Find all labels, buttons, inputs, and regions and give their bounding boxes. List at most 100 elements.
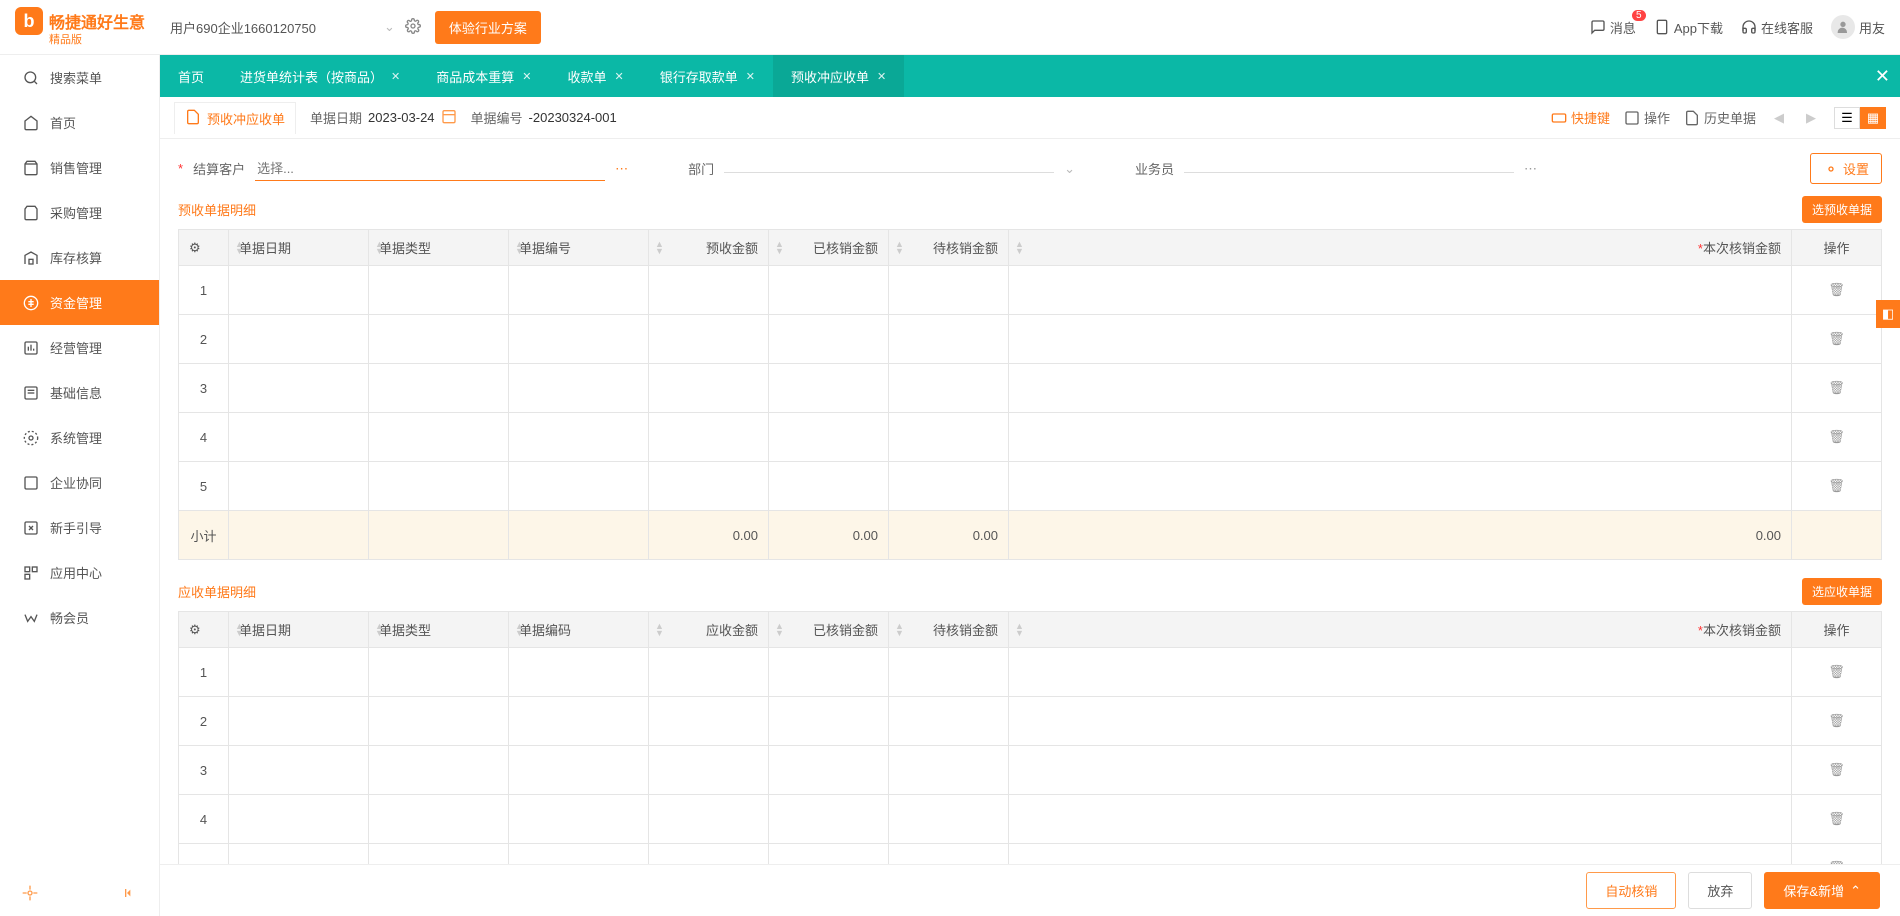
- sales-picker-icon[interactable]: ⋯: [1524, 161, 1537, 177]
- sort-icon[interactable]: ▲▼: [1015, 241, 1024, 255]
- sidebar-collapse-icon[interactable]: [121, 885, 137, 904]
- msg-badge: 5: [1632, 10, 1646, 21]
- sidebar-item-purchase[interactable]: 采购管理: [0, 190, 159, 235]
- cart-icon: [22, 204, 40, 222]
- sort-icon[interactable]: ▲▼: [235, 623, 244, 637]
- sort-icon[interactable]: ▲▼: [515, 241, 524, 255]
- chevron-down-icon[interactable]: ⌄: [1064, 161, 1075, 177]
- delete-icon[interactable]: 🗑: [1828, 664, 1845, 679]
- table-row[interactable]: 2🗑: [179, 697, 1882, 746]
- sidebar-item-operation[interactable]: 经营管理: [0, 325, 159, 370]
- sales-input[interactable]: [1184, 164, 1514, 173]
- sort-icon[interactable]: ▲▼: [895, 623, 904, 637]
- table-row[interactable]: 5🗑: [179, 462, 1882, 511]
- sidebar-item-search[interactable]: 搜索菜单: [0, 55, 159, 100]
- sidebar-item-home[interactable]: 首页: [0, 100, 159, 145]
- table-config-icon[interactable]: ⚙: [189, 240, 201, 255]
- sort-icon[interactable]: ▲▼: [895, 241, 904, 255]
- tab-receipt[interactable]: 收款单✕: [549, 55, 641, 97]
- doc-no-value: -20230324-001: [529, 110, 617, 125]
- table-row[interactable]: 1🗑: [179, 266, 1882, 315]
- select-prepay-button[interactable]: 选预收单据: [1802, 196, 1882, 223]
- table-row[interactable]: 3🗑: [179, 746, 1882, 795]
- close-icon[interactable]: ✕: [877, 70, 886, 83]
- table-row[interactable]: 3🗑: [179, 364, 1882, 413]
- tab-prepay-offset[interactable]: 预收冲应收单✕: [773, 55, 904, 97]
- auto-offset-button[interactable]: 自动核销: [1586, 872, 1676, 909]
- sort-icon[interactable]: ▲▼: [375, 241, 384, 255]
- sidebar-item-system[interactable]: 系统管理: [0, 415, 159, 460]
- customer-picker-icon[interactable]: ⋯: [615, 161, 628, 177]
- sidebar-item-sales[interactable]: 销售管理: [0, 145, 159, 190]
- sidebar-settings-icon[interactable]: [22, 885, 38, 904]
- tab-bank[interactable]: 银行存取款单✕: [642, 55, 773, 97]
- prepay-section-title: 预收单据明细: [178, 200, 256, 219]
- sort-icon[interactable]: ▲▼: [1015, 623, 1024, 637]
- table-row[interactable]: 2🗑: [179, 315, 1882, 364]
- customer-service-link[interactable]: 在线客服: [1741, 18, 1813, 37]
- sort-icon[interactable]: ▲▼: [235, 241, 244, 255]
- delete-icon[interactable]: 🗑: [1828, 282, 1845, 297]
- messages-link[interactable]: 消息 5: [1590, 18, 1636, 37]
- shortcut-link[interactable]: 快捷键: [1551, 108, 1610, 127]
- delete-icon[interactable]: 🗑: [1828, 429, 1845, 444]
- user-menu[interactable]: 用友: [1831, 15, 1885, 39]
- sidebar-item-apps[interactable]: 应用中心: [0, 550, 159, 595]
- discard-button[interactable]: 放弃: [1688, 872, 1752, 909]
- view-list-toggle[interactable]: ☰: [1834, 107, 1860, 129]
- sort-icon[interactable]: ▲▼: [655, 623, 664, 637]
- delete-icon[interactable]: 🗑: [1828, 762, 1845, 777]
- close-icon[interactable]: ✕: [615, 70, 624, 83]
- sidebar-item-basic[interactable]: 基础信息: [0, 370, 159, 415]
- company-settings-icon[interactable]: [405, 18, 421, 37]
- sort-icon[interactable]: ▲▼: [375, 623, 384, 637]
- sidebar-item-inventory[interactable]: 库存核算: [0, 235, 159, 280]
- operation-link[interactable]: 操作: [1624, 108, 1670, 127]
- brand-name: 畅捷通好生意: [49, 9, 145, 33]
- delete-icon[interactable]: 🗑: [1828, 331, 1845, 346]
- sidebar-item-member[interactable]: 畅会员: [0, 595, 159, 640]
- tabs-close-all-icon[interactable]: ✕: [1875, 66, 1890, 87]
- sort-icon[interactable]: ▲▼: [655, 241, 664, 255]
- table-row[interactable]: 4🗑: [179, 795, 1882, 844]
- save-and-new-button[interactable]: 保存&新增⌃: [1764, 872, 1880, 909]
- sort-icon[interactable]: ▲▼: [775, 241, 784, 255]
- close-icon[interactable]: ✕: [391, 70, 400, 83]
- side-feedback-tab[interactable]: ◧: [1876, 300, 1900, 328]
- delete-icon[interactable]: 🗑: [1828, 811, 1845, 826]
- company-selector[interactable]: 用户690企业1660120750 ⌄: [170, 18, 395, 37]
- trial-button[interactable]: 体验行业方案: [435, 11, 541, 44]
- table-row[interactable]: 4🗑: [179, 413, 1882, 462]
- delete-icon[interactable]: 🗑: [1828, 380, 1845, 395]
- document-icon: [185, 109, 201, 128]
- prev-doc-icon[interactable]: ◀: [1770, 110, 1788, 126]
- doc-date-value[interactable]: 2023-03-24: [368, 110, 435, 125]
- search-icon: [22, 69, 40, 87]
- calendar-icon[interactable]: [441, 108, 457, 127]
- delete-icon[interactable]: 🗑: [1828, 478, 1845, 493]
- sort-icon[interactable]: ▲▼: [775, 623, 784, 637]
- history-link[interactable]: 历史单据: [1684, 108, 1756, 127]
- table-row[interactable]: 5🗑: [179, 844, 1882, 865]
- doc-type-tab[interactable]: 预收冲应收单: [174, 102, 296, 134]
- sidebar-item-collab[interactable]: 企业协同: [0, 460, 159, 505]
- view-form-toggle[interactable]: ▦: [1860, 107, 1886, 129]
- settings-button[interactable]: 设置: [1810, 153, 1882, 184]
- table-config-icon[interactable]: ⚙: [189, 622, 201, 637]
- tab-purchase-stats[interactable]: 进货单统计表（按商品）✕: [222, 55, 418, 97]
- tab-home[interactable]: 首页: [160, 55, 222, 97]
- customer-input[interactable]: [255, 157, 605, 181]
- close-icon[interactable]: ✕: [522, 70, 531, 83]
- table-row[interactable]: 1🗑: [179, 648, 1882, 697]
- delete-icon[interactable]: 🗑: [1828, 713, 1845, 728]
- sidebar-item-funds[interactable]: 资金管理: [0, 280, 159, 325]
- select-receivable-button[interactable]: 选应收单据: [1802, 578, 1882, 605]
- close-icon[interactable]: ✕: [746, 70, 755, 83]
- sidebar-item-guide[interactable]: 新手引导: [0, 505, 159, 550]
- home-icon: [22, 114, 40, 132]
- tab-cost-recalc[interactable]: 商品成本重算✕: [418, 55, 549, 97]
- dept-input[interactable]: [724, 164, 1054, 173]
- next-doc-icon[interactable]: ▶: [1802, 110, 1820, 126]
- sort-icon[interactable]: ▲▼: [515, 623, 524, 637]
- app-download-link[interactable]: App下载: [1654, 18, 1723, 37]
